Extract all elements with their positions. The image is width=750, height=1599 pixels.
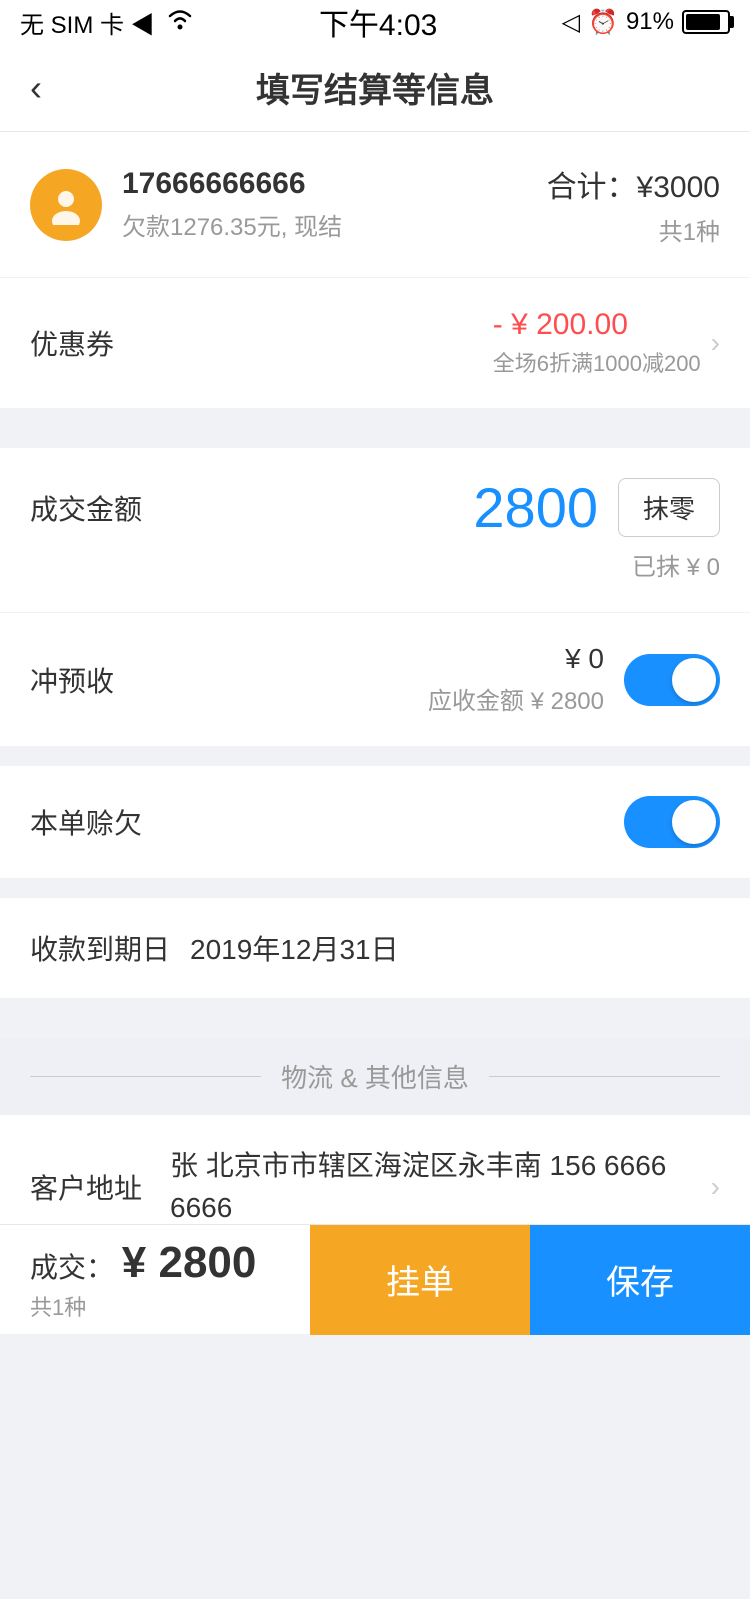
user-info: 17666666666 欠款1276.35元, 现结 xyxy=(122,167,342,242)
bottom-count: 共1种 xyxy=(30,1290,280,1322)
time-display: 下午4:03 xyxy=(319,0,437,44)
logistics-divider: 物流 & 其他信息 xyxy=(0,1038,750,1115)
battery-percent: 91% xyxy=(626,8,674,36)
alarm-icon: ⏰ xyxy=(588,8,618,37)
coupon-info: - ¥ 200.00 全场6折满1000减200 xyxy=(493,308,701,378)
bottom-total-label: 成交： xyxy=(30,1252,114,1283)
coupon-right: - ¥ 200.00 全场6折满1000减200 › xyxy=(493,308,720,378)
total-amount: 合计：¥3000 xyxy=(547,162,720,206)
battery-icon xyxy=(682,10,730,34)
precollect-section: 冲预收 ¥ 0 应收金额 ¥ 2800 xyxy=(0,612,750,746)
user-sub-text: 欠款1276.35元, 现结 xyxy=(122,207,342,242)
user-right: 合计：¥3000 共1种 xyxy=(547,162,720,247)
transaction-section: 成交金额 2800 抹零 已抹 ¥ 0 xyxy=(0,448,750,612)
transaction-amount: 2800 xyxy=(473,480,598,536)
debt-label: 本单赊欠 xyxy=(30,802,142,842)
precollect-row: 冲预收 ¥ 0 应收金额 ¥ 2800 xyxy=(30,643,720,716)
user-phone: 17666666666 xyxy=(122,167,342,201)
bottom-info: 成交： ¥ 2800 共1种 xyxy=(0,1238,310,1322)
status-bar: 无 SIM 卡 ◀ 下午4:03 ◁ ⏰ 91% xyxy=(0,0,750,44)
page-title: 填写结算等信息 xyxy=(256,63,494,112)
section-divider-1 xyxy=(0,428,750,448)
wifi-icon xyxy=(165,8,195,37)
bottom-total-amount: ¥ 2800 xyxy=(122,1238,257,1287)
total-count: 共1种 xyxy=(547,212,720,247)
hang-order-button[interactable]: 挂单 xyxy=(310,1225,530,1335)
precollect-amount: ¥ 0 xyxy=(428,643,604,675)
status-left: 无 SIM 卡 ◀ xyxy=(20,5,195,40)
duedate-value: 2019年12月31日 xyxy=(190,928,399,968)
user-left: 17666666666 欠款1276.35元, 现结 xyxy=(30,167,342,242)
transaction-label: 成交金额 xyxy=(30,488,142,528)
chevron-right-icon: › xyxy=(711,327,720,359)
back-button[interactable]: ‹ xyxy=(30,67,42,109)
precollect-toggle[interactable] xyxy=(624,654,720,706)
duedate-row: 收款到期日 2019年12月31日 xyxy=(30,928,720,968)
debt-toggle[interactable] xyxy=(624,796,720,848)
amount-row: 成交金额 2800 抹零 xyxy=(30,478,720,537)
round-zero-button[interactable]: 抹零 xyxy=(618,478,720,537)
location-icon: ◁ xyxy=(562,8,580,37)
section-divider-3 xyxy=(0,1018,750,1038)
coupon-row[interactable]: 优惠券 - ¥ 200.00 全场6折满1000减200 › xyxy=(0,278,750,408)
address-label: 客户地址 xyxy=(30,1167,150,1207)
status-right: ◁ ⏰ 91% xyxy=(562,8,730,37)
save-button[interactable]: 保存 xyxy=(530,1225,750,1335)
address-value: 张 北京市市辖区海淀区永丰南 156 6666 6666 xyxy=(170,1145,711,1229)
precollect-sub: 应收金额 ¥ 2800 xyxy=(428,681,604,716)
bottom-total-line: 成交： ¥ 2800 xyxy=(30,1238,280,1288)
sim-label: 无 SIM 卡 ◀ xyxy=(20,5,155,40)
divider-line-right xyxy=(489,1076,720,1077)
amount-value-area: 2800 抹零 xyxy=(473,478,720,537)
user-card: 17666666666 欠款1276.35元, 现结 合计：¥3000 共1种 … xyxy=(0,132,750,408)
user-row: 17666666666 欠款1276.35元, 现结 合计：¥3000 共1种 xyxy=(0,132,750,278)
logistics-label: 物流 & 其他信息 xyxy=(281,1058,469,1095)
bottom-bar: 成交： ¥ 2800 共1种 挂单 保存 xyxy=(0,1224,750,1334)
coupon-label: 优惠券 xyxy=(30,323,114,363)
divider-line-left xyxy=(30,1076,261,1077)
coupon-desc: 全场6折满1000减200 xyxy=(493,346,701,378)
avatar xyxy=(30,169,102,241)
precollect-values: ¥ 0 应收金额 ¥ 2800 xyxy=(428,643,604,716)
duedate-label: 收款到期日 xyxy=(30,928,170,968)
precollect-right: ¥ 0 应收金额 ¥ 2800 xyxy=(428,643,720,716)
nav-bar: ‹ 填写结算等信息 xyxy=(0,44,750,132)
debt-section: 本单赊欠 xyxy=(0,766,750,878)
coupon-amount: - ¥ 200.00 xyxy=(493,308,701,342)
section-divider-2 xyxy=(0,746,750,766)
content: 17666666666 欠款1276.35元, 现结 合计：¥3000 共1种 … xyxy=(0,132,750,1599)
precollect-label: 冲预收 xyxy=(30,660,114,700)
transaction-sub: 已抹 ¥ 0 xyxy=(30,547,720,582)
duedate-section: 收款到期日 2019年12月31日 xyxy=(0,898,750,998)
address-chevron-icon: › xyxy=(711,1171,720,1203)
